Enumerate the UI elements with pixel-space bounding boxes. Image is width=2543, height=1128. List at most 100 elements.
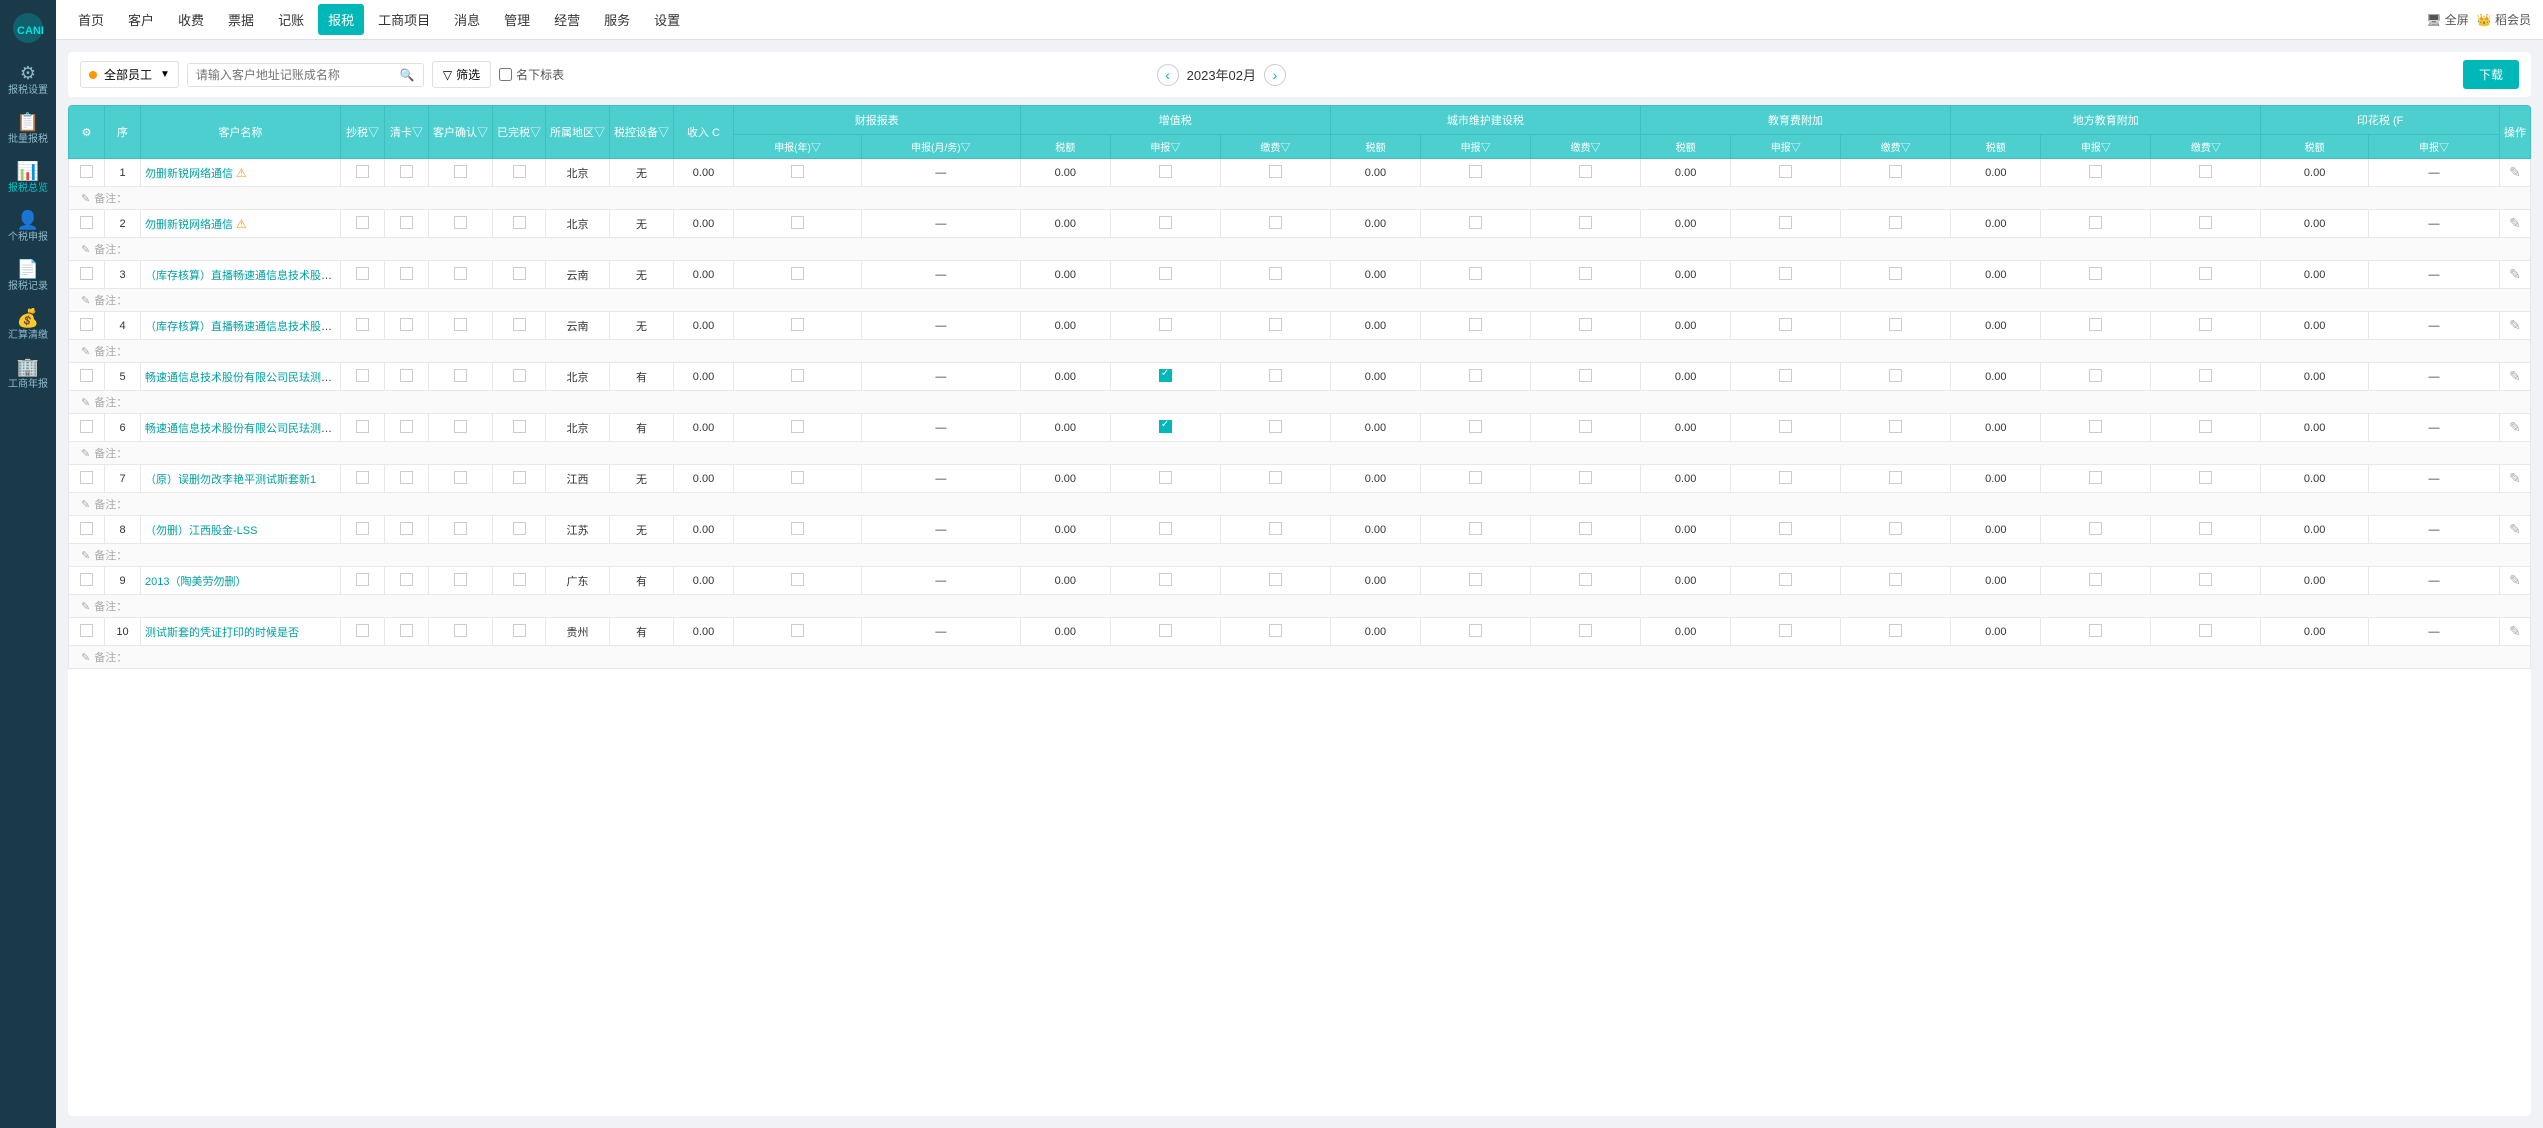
edit-btn[interactable]: ✎ [2509,368,2521,384]
checkbox[interactable] [791,522,804,535]
checkbox[interactable] [1889,267,1902,280]
checkbox[interactable] [2199,318,2212,331]
sub-header-city-declare[interactable]: 申报▽ [1421,135,1531,159]
checkbox[interactable] [513,369,526,382]
edit-btn[interactable]: ✎ [2509,164,2521,180]
note-edit-icon[interactable]: ✎ [81,243,90,256]
checkbox[interactable] [1889,216,1902,229]
note-edit-icon[interactable]: ✎ [81,651,90,664]
checkbox[interactable] [1159,216,1172,229]
nav-tax[interactable]: 报税 [318,4,364,35]
sub-header-financial-month[interactable]: 申报(月/务)▽ [862,135,1021,159]
nav-settings[interactable]: 设置 [644,4,690,35]
operations-cell[interactable]: ✎ [2500,465,2531,493]
checkbox[interactable] [2089,471,2102,484]
checkbox[interactable] [400,369,413,382]
client-name-link[interactable]: 勿删新锐网络通信 [145,219,233,231]
checkbox[interactable] [80,522,93,535]
nav-business[interactable]: 工商项目 [368,4,440,35]
checkbox[interactable] [1469,624,1482,637]
checkbox[interactable] [80,165,93,178]
checkbox[interactable] [356,165,369,178]
nav-billing[interactable]: 收费 [168,4,214,35]
checkbox[interactable] [1779,522,1792,535]
checkbox[interactable] [1159,420,1172,433]
checkbox[interactable] [1469,369,1482,382]
checkbox[interactable] [1889,471,1902,484]
checkbox[interactable] [1889,573,1902,586]
checkbox[interactable] [454,471,467,484]
checkbox[interactable] [80,420,93,433]
checkbox[interactable] [1779,420,1792,433]
checkbox[interactable] [356,267,369,280]
checkbox[interactable] [1579,420,1592,433]
sidebar-item-tax-records[interactable]: 📄 报税记录 [0,252,56,301]
checkbox[interactable] [791,267,804,280]
operations-cell[interactable]: ✎ [2500,567,2531,595]
checkbox[interactable] [1579,216,1592,229]
checkbox[interactable] [356,522,369,535]
nav-invoice[interactable]: 票据 [218,4,264,35]
checkbox[interactable] [1159,573,1172,586]
name-tag-check[interactable] [499,68,512,81]
operations-cell[interactable]: ✎ [2500,516,2531,544]
checkbox[interactable] [513,522,526,535]
checkbox[interactable] [2199,369,2212,382]
checkbox[interactable] [1269,471,1282,484]
nav-operations[interactable]: 经营 [544,4,590,35]
checkbox[interactable] [1779,573,1792,586]
checkbox[interactable] [1159,165,1172,178]
checkbox[interactable] [1269,267,1282,280]
checkbox[interactable] [454,624,467,637]
checkbox[interactable] [400,471,413,484]
checkbox[interactable] [2089,624,2102,637]
checkbox[interactable] [1579,471,1592,484]
checkbox[interactable] [1469,267,1482,280]
checkbox[interactable] [1579,267,1592,280]
checkbox[interactable] [356,369,369,382]
checkbox[interactable] [454,165,467,178]
checkbox[interactable] [2199,216,2212,229]
checkbox[interactable] [1269,165,1282,178]
checkbox[interactable] [80,318,93,331]
checkbox[interactable] [1889,522,1902,535]
checkbox[interactable] [1269,522,1282,535]
checkbox[interactable] [1889,420,1902,433]
edit-btn[interactable]: ✎ [2509,623,2521,639]
note-edit-icon[interactable]: ✎ [81,498,90,511]
note-edit-icon[interactable]: ✎ [81,192,90,205]
checkbox[interactable] [1579,522,1592,535]
next-month-btn[interactable]: › [1264,64,1286,86]
checkbox[interactable] [513,573,526,586]
edit-btn[interactable]: ✎ [2509,470,2521,486]
client-name-link[interactable]: （库存核算）直播畅速通信息技术股份有限... [145,321,341,333]
operations-cell[interactable]: ✎ [2500,618,2531,646]
checkbox[interactable] [1579,624,1592,637]
nav-management[interactable]: 管理 [494,4,540,35]
client-name-link[interactable]: （勿删）江西股金-LSS [145,525,257,537]
col-header-confirm[interactable]: 客户确认▽ [429,106,493,159]
checkbox[interactable] [454,522,467,535]
checkbox[interactable] [1779,624,1792,637]
sidebar-item-batch-tax[interactable]: 📋 批量报税 [0,105,56,154]
checkbox[interactable] [1889,369,1902,382]
checkbox[interactable] [2089,420,2102,433]
checkbox[interactable] [513,216,526,229]
checkbox[interactable] [791,318,804,331]
nav-client[interactable]: 客户 [118,4,164,35]
client-name-link[interactable]: （原）误删勿改李艳平测试斯套新1 [145,474,316,486]
name-tag-checkbox[interactable]: 名下标表 [499,66,564,83]
operations-cell[interactable]: ✎ [2500,261,2531,289]
checkbox[interactable] [80,369,93,382]
checkbox[interactable] [1159,267,1172,280]
checkbox[interactable] [1889,624,1902,637]
sub-header-local-edu-fee[interactable]: 缴费▽ [2151,135,2261,159]
client-name-link[interactable]: （库存核算）直播畅速通信息技术股份有限... [145,270,341,282]
sidebar-item-personal-tax[interactable]: 👤 个税申报 [0,203,56,252]
checkbox[interactable] [791,624,804,637]
checkbox[interactable] [1469,522,1482,535]
checkbox[interactable] [80,267,93,280]
checkbox[interactable] [1779,165,1792,178]
checkbox[interactable] [356,573,369,586]
checkbox[interactable] [1779,318,1792,331]
